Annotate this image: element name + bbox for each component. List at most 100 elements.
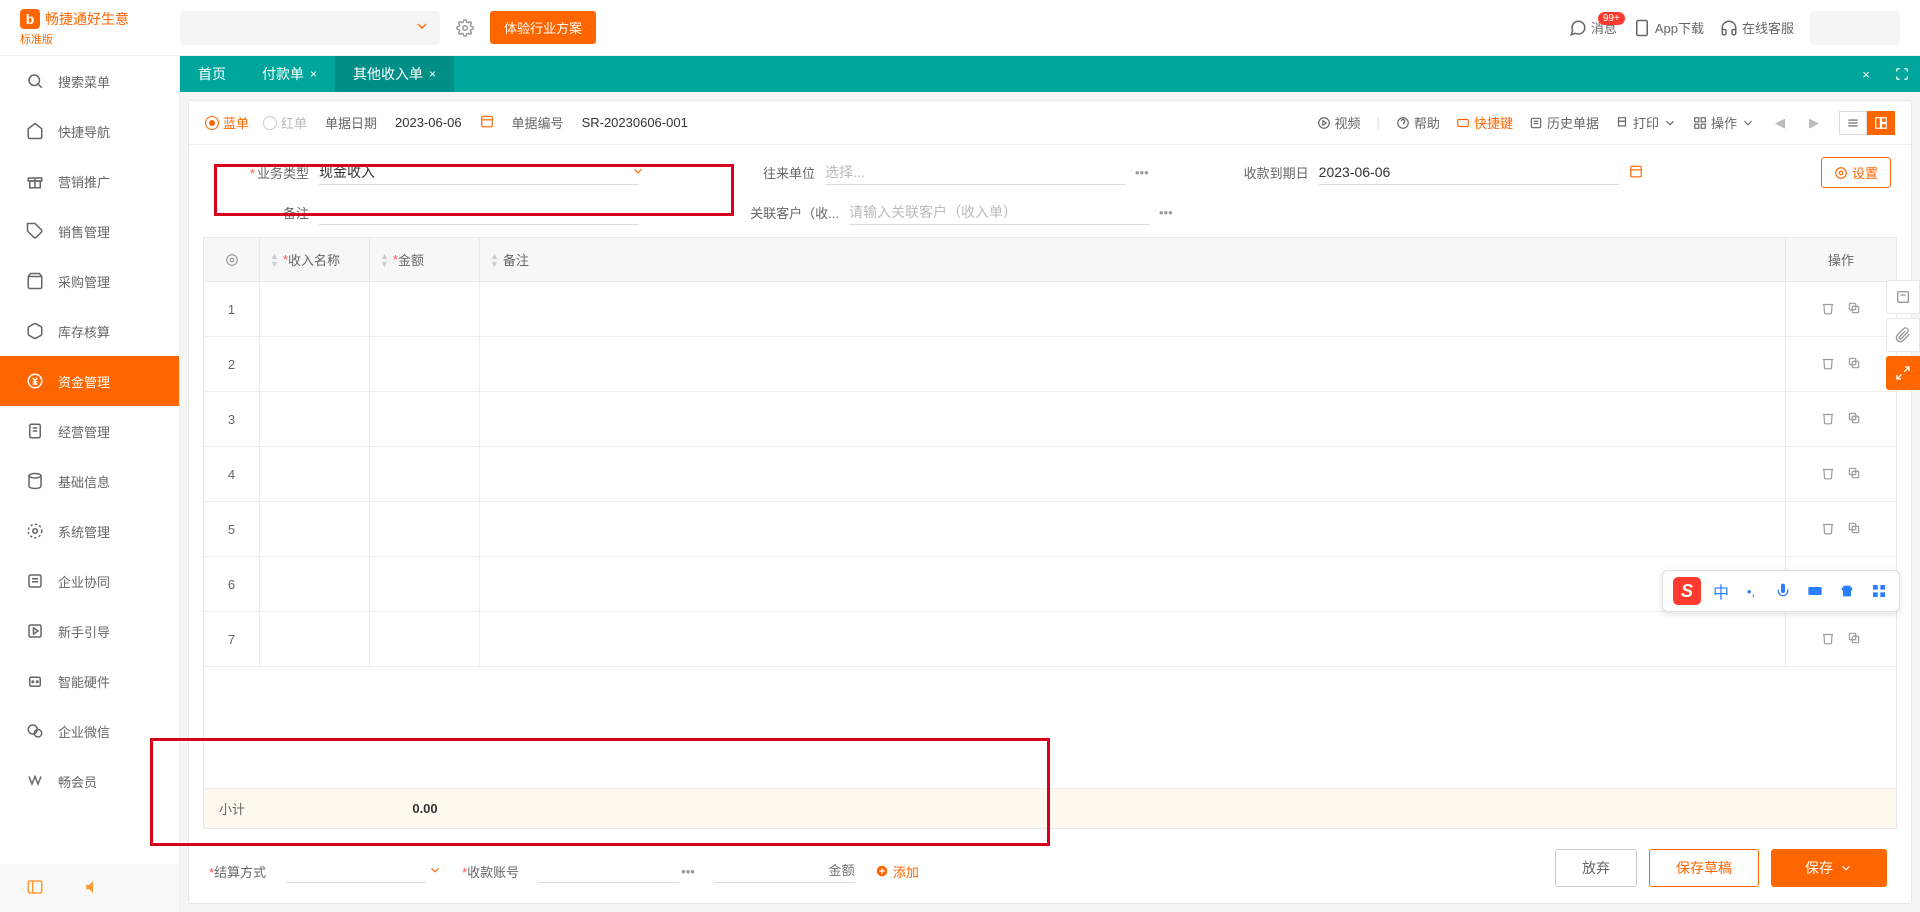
delete-row-icon[interactable] [1821,301,1835,318]
tab-close-all-button[interactable]: × [1848,56,1884,92]
online-service-link[interactable]: 在线客服 [1720,18,1794,37]
sidebar-item-guide[interactable]: 新手引导 [0,606,179,656]
cell-income-name[interactable] [260,392,370,446]
rail-note-button[interactable] [1886,280,1920,314]
close-icon[interactable]: × [310,67,317,81]
sidebar-item-sales[interactable]: 销售管理 [0,206,179,256]
copy-row-icon[interactable] [1847,466,1861,483]
cell-remark[interactable] [480,557,1786,611]
tab-home[interactable]: 首页 [180,56,244,92]
copy-row-icon[interactable] [1847,301,1861,318]
settle-acct-input[interactable] [539,859,679,883]
calendar-icon[interactable] [1629,164,1643,181]
experience-button[interactable]: 体验行业方案 [490,11,596,44]
copy-row-icon[interactable] [1847,411,1861,428]
collapse-icon[interactable] [26,878,44,899]
tab-other-income[interactable]: 其他收入单× [335,56,454,92]
ime-skin-icon[interactable] [1837,581,1857,601]
table-row[interactable]: 1 [204,282,1896,337]
biz-type-input[interactable] [319,160,639,185]
radio-red[interactable]: 红单 [263,113,307,132]
vendor-input[interactable] [825,160,1125,185]
copy-row-icon[interactable] [1847,521,1861,538]
settle-amount-input[interactable] [715,859,855,883]
company-selector[interactable] [180,11,440,45]
sidebar-item-base[interactable]: 基础信息 [0,456,179,506]
chevron-down-icon[interactable] [428,863,442,880]
print-link[interactable]: 打印 [1615,113,1677,132]
sidebar-item-collab[interactable]: 企业协同 [0,556,179,606]
delete-row-icon[interactable] [1821,356,1835,373]
cell-amount[interactable] [370,392,480,446]
sidebar-item-search[interactable]: 搜索菜单 [0,56,179,106]
cell-remark[interactable] [480,392,1786,446]
cell-income-name[interactable] [260,502,370,556]
table-row[interactable]: 2 [204,337,1896,392]
col-amount[interactable]: ▲▼*金额 [370,238,480,281]
cell-income-name[interactable] [260,282,370,336]
sidebar-item-member[interactable]: 畅会员 [0,756,179,806]
cell-income-name[interactable] [260,447,370,501]
app-download-link[interactable]: App下载 [1633,18,1704,37]
cell-income-name[interactable] [260,337,370,391]
form-settings-button[interactable]: 设置 [1821,157,1891,188]
delete-row-icon[interactable] [1821,466,1835,483]
view-form-button[interactable] [1867,111,1895,135]
history-link[interactable]: 历史单据 [1529,113,1599,132]
delete-row-icon[interactable] [1821,521,1835,538]
sidebar-item-operation[interactable]: 经营管理 [0,406,179,456]
date-value[interactable]: 2023-06-06 [395,115,462,130]
sidebar-item-hardware[interactable]: 智能硬件 [0,656,179,706]
cell-income-name[interactable] [260,612,370,666]
table-settings-button[interactable] [204,238,260,281]
sidebar-item-finance[interactable]: 资金管理 [0,356,179,406]
remark-input[interactable] [319,200,639,225]
discard-button[interactable]: 放弃 [1555,849,1637,887]
cell-amount[interactable] [370,337,480,391]
sound-icon[interactable] [84,878,102,899]
sidebar-item-purchase[interactable]: 采购管理 [0,256,179,306]
cell-remark[interactable] [480,447,1786,501]
save-draft-button[interactable]: 保存草稿 [1649,849,1759,887]
due-input[interactable] [1319,160,1619,185]
help-link[interactable]: 帮助 [1396,113,1440,132]
ime-lang-indicator[interactable]: 中 [1713,579,1729,603]
rail-expand-button[interactable] [1886,356,1920,390]
settings-gear-button[interactable] [448,11,482,45]
sidebar-item-quicknav[interactable]: 快捷导航 [0,106,179,156]
col-income-name[interactable]: ▲▼*收入名称 [260,238,370,281]
cell-remark[interactable] [480,337,1786,391]
table-row[interactable]: 5 [204,502,1896,557]
cell-remark[interactable] [480,502,1786,556]
cell-amount[interactable] [370,282,480,336]
cell-remark[interactable] [480,282,1786,336]
rail-attach-button[interactable] [1886,318,1920,352]
chevron-down-icon[interactable] [631,164,645,181]
col-remark[interactable]: ▲▼备注 [480,238,1786,281]
cell-income-name[interactable] [260,557,370,611]
close-icon[interactable]: × [429,67,436,81]
rel-cust-input[interactable] [849,200,1149,225]
ime-punct-icon[interactable]: •, [1741,581,1761,601]
view-list-button[interactable] [1839,111,1867,135]
video-link[interactable]: 视频 [1317,113,1361,132]
ime-keyboard-icon[interactable] [1805,581,1825,601]
cell-amount[interactable] [370,502,480,556]
ime-floating-bar[interactable]: S 中 •, [1662,570,1900,612]
cell-amount[interactable] [370,612,480,666]
calendar-icon[interactable] [480,114,494,131]
cell-amount[interactable] [370,447,480,501]
ops-link[interactable]: 操作 [1693,113,1755,132]
table-row[interactable]: 3 [204,392,1896,447]
user-avatar-box[interactable] [1810,11,1900,45]
settle-method-input[interactable] [286,859,426,883]
more-icon[interactable]: ••• [681,864,695,879]
ime-toolbox-icon[interactable] [1869,581,1889,601]
more-icon[interactable]: ••• [1135,165,1149,180]
sidebar-item-wecom[interactable]: 企业微信 [0,706,179,756]
sidebar-item-marketing[interactable]: 营销推广 [0,156,179,206]
delete-row-icon[interactable] [1821,631,1835,648]
delete-row-icon[interactable] [1821,411,1835,428]
copy-row-icon[interactable] [1847,356,1861,373]
hotkey-link[interactable]: 快捷键 [1456,113,1513,132]
